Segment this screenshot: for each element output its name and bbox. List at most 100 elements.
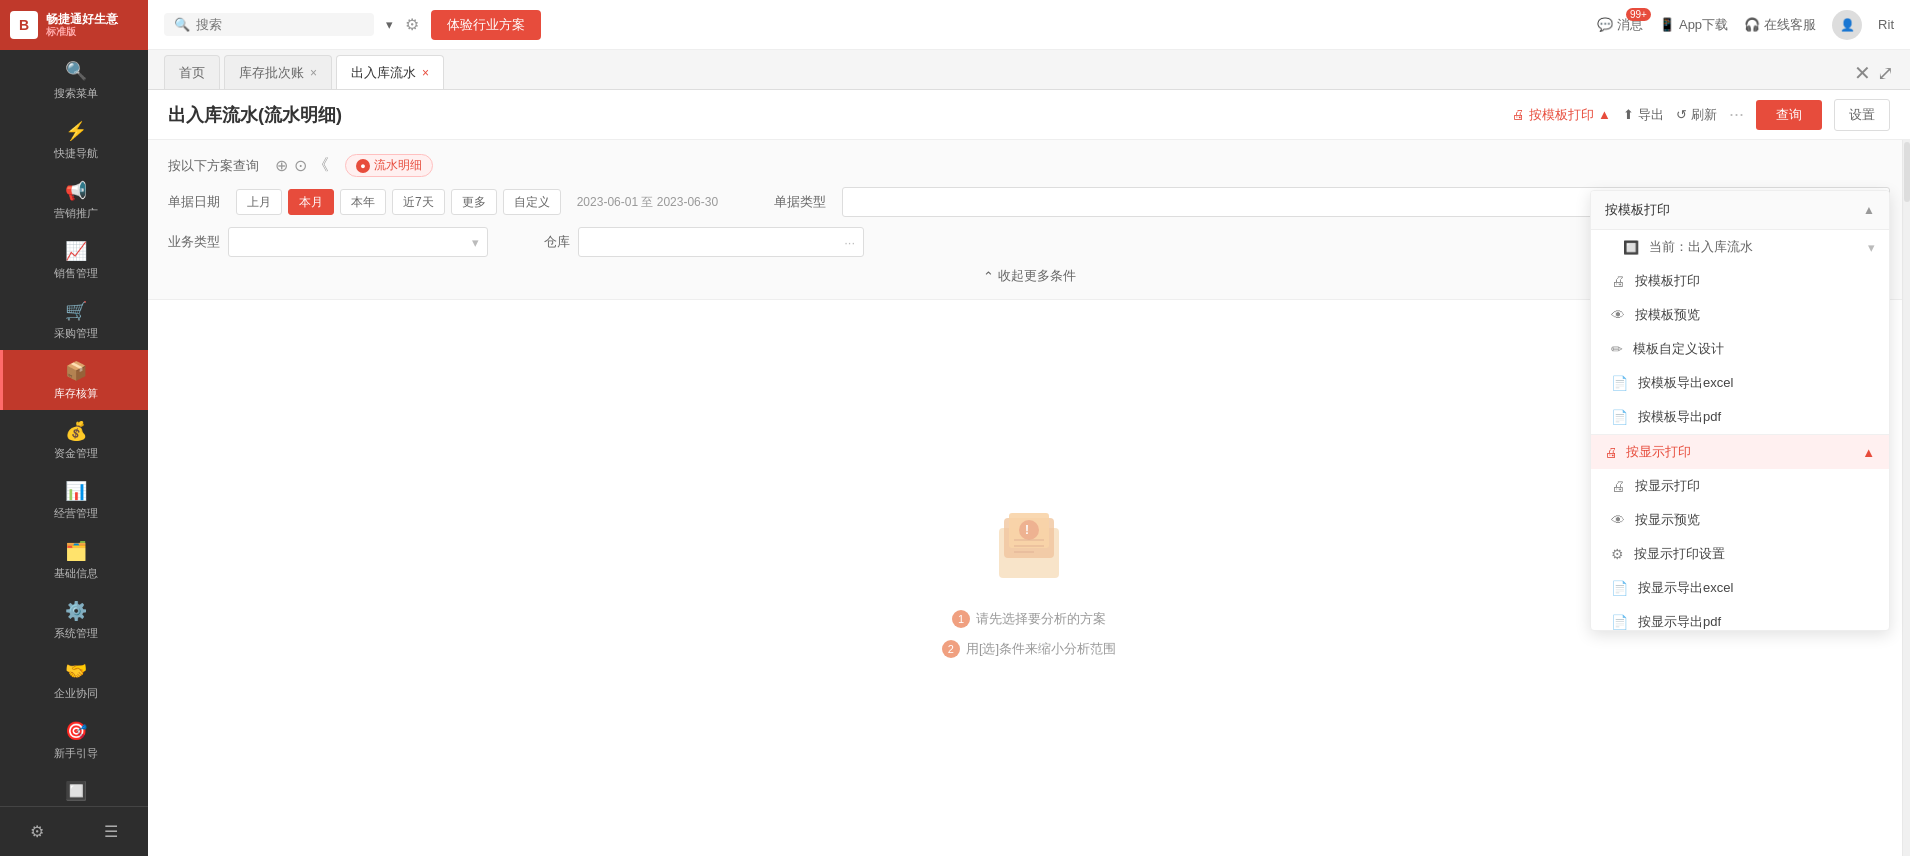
main-area: 🔍 ▾ ⚙ 体验行业方案 💬 消息 99+ 📱 App下载 🎧 在线客服 [148,0,1910,856]
app-subtitle: 标准版 [46,26,118,38]
sidebar-item-operation[interactable]: 📊 经营管理 [0,470,148,530]
sidebar-nav: 🔍 搜索菜单 ⚡ 快捷导航 📢 营销推广 📈 销售管理 🛒 采购管理 📦 库存核… [0,50,148,806]
template-pdf-label: 按模板导出pdf [1638,408,1721,426]
header-search-box[interactable]: 🔍 [164,13,374,36]
query-btn[interactable]: 查询 [1756,100,1822,130]
page-title: 出入库流水(流水明细) [168,103,342,127]
tab-flow[interactable]: 出入库流水 × [336,55,444,89]
export-icon: ⬆ [1623,107,1634,122]
svg-point-3 [1019,520,1039,540]
sidebar-item-quicknav[interactable]: ⚡ 快捷导航 [0,110,148,170]
dropdown-display-print[interactable]: 🖨 按显示打印 [1591,469,1889,503]
tabs-expand-icon[interactable]: ⤢ [1877,61,1894,85]
sidebar-label-marketing: 营销推广 [54,206,98,221]
sidebar-item-search[interactable]: 🔍 搜索菜单 [0,50,148,110]
date-label: 单据日期 [168,193,220,211]
sidebar-item-inventory[interactable]: 📦 库存核算 [0,350,148,410]
app-icon: 📱 [1659,17,1675,32]
tag-label: 流水明细 [374,157,422,174]
collapse-filter-btn[interactable]: ⌃ 收起更多条件 [983,267,1076,285]
dropdown-template-pdf[interactable]: 📄 按模板导出pdf [1591,400,1889,434]
date-prev-month-btn[interactable]: 上月 [236,189,282,215]
display-pdf-icon: 📄 [1611,614,1628,630]
template-preview-label: 按模板预览 [1635,306,1700,324]
dropdown-display-pdf[interactable]: 📄 按显示导出pdf [1591,605,1889,630]
marketing-icon: 📢 [65,180,87,202]
tab-batch-close-icon[interactable]: × [310,66,317,80]
sidebar-settings-btn[interactable]: ⚙ [30,822,44,841]
date-this-month-btn[interactable]: 本月 [288,189,334,215]
warehouse-input[interactable]: ··· [578,227,864,257]
sidebar-item-coop[interactable]: 🤝 企业协同 [0,650,148,710]
sidebar-item-marketing[interactable]: 📢 营销推广 [0,170,148,230]
sidebar-item-appstore[interactable]: 🔲 应用中心 [0,770,148,806]
dropdown-template-preview[interactable]: 👁 按模板预览 [1591,298,1889,332]
dropdown-display-preview[interactable]: 👁 按显示预览 [1591,503,1889,537]
business-type-select[interactable]: ▾ [228,227,488,257]
sidebar-item-sales[interactable]: 📈 销售管理 [0,230,148,290]
system-icon: ⚙️ [65,600,87,622]
dropdown-template-print[interactable]: 🖨 按模板打印 [1591,264,1889,298]
tab-batch[interactable]: 库存批次账 × [224,55,332,89]
sidebar-label-purchase: 采购管理 [54,326,98,341]
sidebar-item-basic[interactable]: 🗂️ 基础信息 [0,530,148,590]
dropdown-display-excel[interactable]: 📄 按显示导出excel [1591,571,1889,605]
print-btn[interactable]: 🖨 按模板打印 ▲ [1512,106,1611,124]
display-preview-icon: 👁 [1611,512,1625,528]
sidebar-label-basic: 基础信息 [54,566,98,581]
search-input[interactable] [196,17,364,32]
export-btn[interactable]: ⬆ 导出 [1623,106,1664,124]
scrollbar-thumb[interactable] [1904,142,1910,202]
refresh-btn[interactable]: ↺ 刷新 [1676,106,1717,124]
tag-icon: ● [356,159,370,173]
header-gear-icon[interactable]: ⚙ [405,15,419,34]
sidebar-item-system[interactable]: ⚙️ 系统管理 [0,590,148,650]
service-icon: 🎧 [1744,17,1760,32]
msg-btn[interactable]: 💬 消息 99+ [1597,16,1643,34]
tab-flow-close-icon[interactable]: × [422,66,429,80]
dropdown-template-excel[interactable]: 📄 按模板导出excel [1591,366,1889,400]
avatar[interactable]: 👤 [1832,10,1862,40]
tab-home[interactable]: 首页 [164,55,220,89]
customer-service-btn[interactable]: 🎧 在线客服 [1744,16,1816,34]
print-chevron-icon: ▲ [1598,107,1611,122]
date-recent7-btn[interactable]: 近7天 [392,189,445,215]
header-dropdown-arrow[interactable]: ▾ [386,17,393,32]
display-preview-label: 按显示预览 [1635,511,1700,529]
filter-config-btn[interactable]: ⊙ [294,156,307,175]
msg-badge: 99+ [1626,8,1651,21]
date-custom-btn[interactable]: 自定义 [503,189,561,215]
dropdown-template-custom[interactable]: ✏ 模板自定义设计 [1591,332,1889,366]
template-custom-icon: ✏ [1611,341,1623,357]
filter-add-btn[interactable]: ⊕ [275,156,288,175]
dropdown-display-section-header[interactable]: 🖨 按显示打印 ▲ [1591,435,1889,469]
username-label[interactable]: Rit [1878,17,1894,32]
sidebar-item-newbie[interactable]: 🎯 新手引导 [0,710,148,770]
trial-btn[interactable]: 体验行业方案 [431,10,541,40]
display-section-title: 按显示打印 [1626,443,1691,461]
more-actions-icon[interactable]: ··· [1729,104,1744,125]
filter-collapse-left-btn[interactable]: 《 [313,155,329,176]
dropdown-header: 按模板打印 ▲ [1591,191,1889,230]
filter-tag[interactable]: ● 流水明细 [345,154,433,177]
sidebar-item-purchase[interactable]: 🛒 采购管理 [0,290,148,350]
dropdown-collapse-icon[interactable]: ▲ [1863,203,1875,217]
current-item-chevron: ▾ [1868,240,1875,255]
date-more-btn[interactable]: 更多 [451,189,497,215]
empty-hint-1: 1 请先选择要分析的方案 [952,610,1106,628]
sidebar-label-search: 搜索菜单 [54,86,98,101]
tabs-close-all-icon[interactable]: ✕ [1854,61,1871,85]
template-preview-icon: 👁 [1611,307,1625,323]
dropdown-display-settings[interactable]: ⚙ 按显示打印设置 [1591,537,1889,571]
collapse-label: 收起更多条件 [998,267,1076,285]
date-this-year-btn[interactable]: 本年 [340,189,386,215]
sidebar-menu-btn[interactable]: ☰ [104,822,118,841]
sidebar-item-finance[interactable]: 💰 资金管理 [0,410,148,470]
filter-settings-btn[interactable]: 设置 [1834,99,1890,131]
template-excel-icon: 📄 [1611,375,1628,391]
dropdown-current-item[interactable]: 🔲 当前：出入库流水 ▾ [1591,230,1889,264]
template-print-label: 按模板打印 [1635,272,1700,290]
app-download-btn[interactable]: 📱 App下载 [1659,16,1728,34]
template-excel-label: 按模板导出excel [1638,374,1733,392]
sales-icon: 📈 [65,240,87,262]
